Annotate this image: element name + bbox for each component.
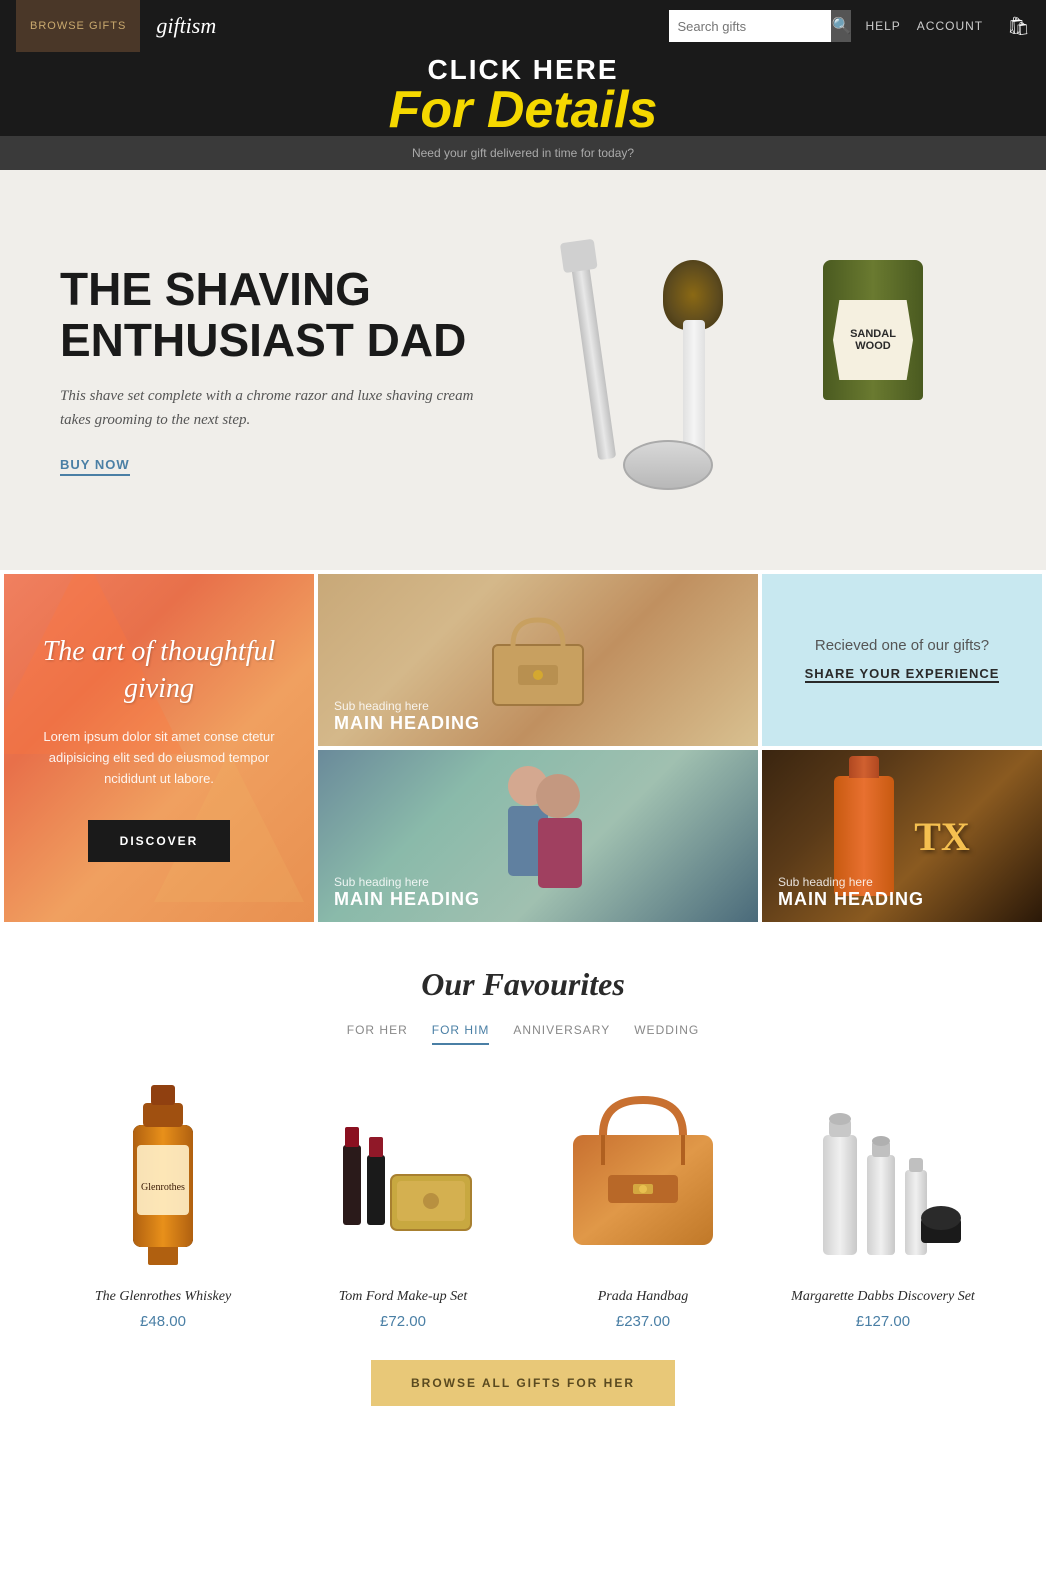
product-item-makeup[interactable]: Tom Ford Make-up Set £72.00: [293, 1075, 513, 1330]
couple-card-sub: Sub heading here: [334, 875, 742, 889]
whiskey-card-sub: Sub heading here: [778, 875, 1026, 889]
skincare-svg: [793, 1075, 973, 1275]
click-banner[interactable]: CLICK HERE For Details: [0, 52, 1046, 136]
cart-icon[interactable]: 🛍: [1007, 16, 1030, 37]
whiskey-tx-label: TX: [914, 813, 970, 860]
skincare-name: Margarette Dabbs Discovery Set: [773, 1289, 993, 1305]
share-experience-link[interactable]: SHARE YOUR EXPERIENCE: [805, 666, 1000, 683]
couple-card-overlay: Sub heading here MAIN HEADING: [318, 863, 758, 922]
click-here-text: CLICK HERE: [0, 56, 1046, 84]
grid-section: The art of thoughtful giving Lorem ipsum…: [0, 570, 1046, 926]
glenrothes-svg: Glenrothes: [123, 1075, 203, 1275]
couple-product-card[interactable]: Sub heading here MAIN HEADING: [318, 750, 758, 922]
help-link[interactable]: HELP: [865, 19, 900, 33]
makeup-product-image: [303, 1075, 503, 1275]
promo-bar: Need your gift delivered in time for tod…: [0, 136, 1046, 170]
whiskey-product-card[interactable]: TX Sub heading here MAIN HEADING: [762, 750, 1042, 922]
grid-col-left: The art of thoughtful giving Lorem ipsum…: [4, 574, 314, 922]
account-link[interactable]: ACCOUNT: [917, 19, 983, 33]
hero-illustration: SANDALWOOD: [523, 220, 943, 520]
hero-description: This shave set complete with a chrome ra…: [60, 384, 480, 432]
art-desc: Lorem ipsum dolor sit amet conse ctetur …: [34, 727, 284, 789]
header-links: HELP ACCOUNT 🛍: [865, 16, 1030, 37]
brush-handle: [683, 320, 705, 460]
handbag-product-image: [543, 1075, 743, 1275]
grid-col-mid: Sub heading here MAIN HEADING Sub headin…: [318, 574, 758, 922]
site-header: BROWSE GIFTS giftism 🔍 HELP ACCOUNT 🛍: [0, 0, 1046, 52]
whiskey-card-overlay: Sub heading here MAIN HEADING: [762, 863, 1042, 922]
bag-card-main: MAIN HEADING: [334, 713, 742, 734]
product-item-whiskey[interactable]: Glenrothes The Glenrothes Whiskey £48.00: [53, 1075, 273, 1330]
buy-now-link[interactable]: BUY NOW: [60, 457, 130, 476]
candle-label: SANDALWOOD: [833, 300, 913, 380]
discover-button[interactable]: DISCOVER: [88, 820, 231, 862]
tab-for-him[interactable]: FOR HIM: [432, 1023, 490, 1045]
site-logo[interactable]: giftism: [156, 13, 216, 39]
art-title: The art of thoughtful giving: [34, 634, 284, 707]
search-input[interactable]: [677, 19, 827, 34]
whiskey-product-image: Glenrothes: [63, 1075, 263, 1275]
bowl-illustration: [623, 440, 713, 490]
razor-head: [560, 239, 598, 273]
favourites-title: Our Favourites: [20, 966, 1026, 1003]
svg-text:Glenrothes: Glenrothes: [141, 1182, 185, 1193]
bag-card-overlay: Sub heading here MAIN HEADING: [318, 687, 758, 746]
skincare-product-image: [783, 1075, 983, 1275]
gift-text: Recieved one of our gifts?: [815, 637, 989, 654]
for-details-text: For Details: [0, 84, 1046, 136]
grid-col-right: Recieved one of our gifts? SHARE YOUR EX…: [762, 574, 1042, 922]
promo-text: Need your gift delivered in time for tod…: [412, 146, 634, 160]
art-card: The art of thoughtful giving Lorem ipsum…: [4, 574, 314, 922]
tab-anniversary[interactable]: ANNIVERSARY: [513, 1023, 610, 1045]
tab-wedding[interactable]: WEDDING: [634, 1023, 699, 1045]
whiskey-name: The Glenrothes Whiskey: [53, 1289, 273, 1305]
couple-card-main: MAIN HEADING: [334, 889, 742, 910]
hero-image: SANDALWOOD: [480, 210, 986, 530]
hero-section: THE SHAVINGENTHUSIAST DAD This shave set…: [0, 170, 1046, 570]
handbag-name: Prada Handbag: [533, 1289, 753, 1305]
bag-product-card[interactable]: Sub heading here MAIN HEADING: [318, 574, 758, 746]
whiskey-price: £48.00: [53, 1313, 273, 1330]
products-grid: Glenrothes The Glenrothes Whiskey £48.00: [20, 1075, 1026, 1330]
product-item-handbag[interactable]: Prada Handbag £237.00: [533, 1075, 753, 1330]
handbag-price: £237.00: [533, 1313, 753, 1330]
skincare-price: £127.00: [773, 1313, 993, 1330]
hero-title: THE SHAVINGENTHUSIAST DAD: [60, 264, 480, 365]
handbag-svg: [553, 1085, 733, 1265]
search-box: 🔍: [669, 10, 849, 42]
bag-card-sub: Sub heading here: [334, 699, 742, 713]
makeup-svg: [323, 1085, 483, 1265]
product-item-skincare[interactable]: Margarette Dabbs Discovery Set £127.00: [773, 1075, 993, 1330]
makeup-name: Tom Ford Make-up Set: [293, 1289, 513, 1305]
makeup-price: £72.00: [293, 1313, 513, 1330]
favourites-tabs: FOR HER FOR HIM ANNIVERSARY WEDDING: [20, 1023, 1026, 1045]
whiskey-card-main: MAIN HEADING: [778, 889, 1026, 910]
browse-gifts-button[interactable]: BROWSE GIFTS: [16, 0, 140, 52]
search-button[interactable]: 🔍: [831, 10, 851, 42]
razor-illustration: [568, 240, 616, 460]
browse-all-button[interactable]: BROWSE ALL GIFTS FOR HER: [371, 1360, 675, 1406]
tab-for-her[interactable]: FOR HER: [347, 1023, 408, 1045]
gift-received-card: Recieved one of our gifts? SHARE YOUR EX…: [762, 574, 1042, 746]
hero-text: THE SHAVINGENTHUSIAST DAD This shave set…: [60, 264, 480, 475]
favourites-section: Our Favourites FOR HER FOR HIM ANNIVERSA…: [0, 926, 1046, 1436]
